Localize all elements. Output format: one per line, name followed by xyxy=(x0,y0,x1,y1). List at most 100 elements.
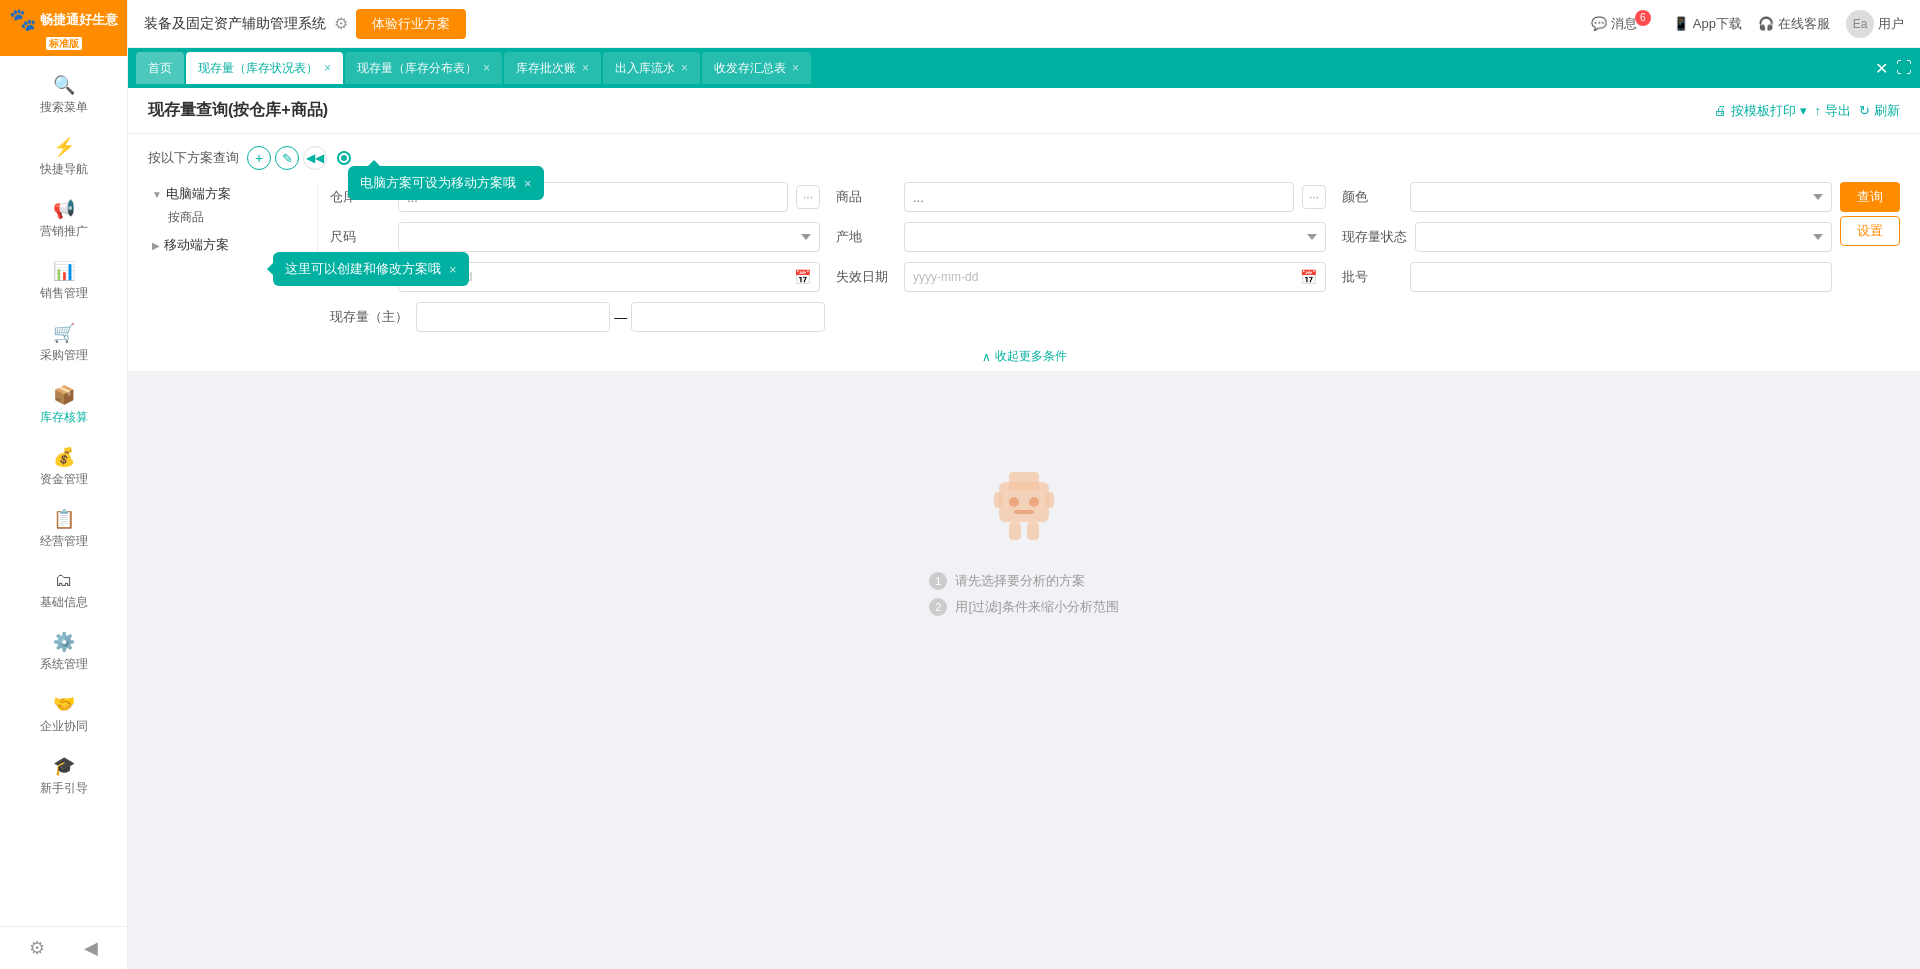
empty-illustration xyxy=(974,452,1074,552)
header-settings-icon[interactable]: ⚙ xyxy=(334,14,348,33)
empty-step-1: 1 请先选择要分析的方案 xyxy=(929,572,1118,590)
tab-inventory-dist-close[interactable]: × xyxy=(483,61,490,75)
tab-batch-account[interactable]: 库存批次账 × xyxy=(504,52,601,84)
user-avatar-btn[interactable]: Ea 用户 xyxy=(1846,10,1904,38)
stock-status-select[interactable] xyxy=(1415,222,1832,252)
tab-bar-right: ✕ ⛶ xyxy=(1875,59,1912,78)
tab-bar: 首页 现存量（库存状况表） × 现存量（库存分布表） × 库存批次账 × 出入库… xyxy=(128,48,1920,88)
tab-in-out-flow-close[interactable]: × xyxy=(681,61,688,75)
stock-main-label: 现存量（主） xyxy=(330,308,408,326)
sidebar-bottom: ⚙ ◀ xyxy=(0,926,127,969)
sidebar-item-guide[interactable]: 🎓 新手引导 xyxy=(0,745,127,807)
query-btn[interactable]: 查询 xyxy=(1840,182,1900,212)
header-left: 装备及固定资产辅助管理系统 ⚙ 体验行业方案 xyxy=(144,9,466,39)
sidebar-item-quick-nav[interactable]: ⚡ 快捷导航 xyxy=(0,126,127,188)
pc-group-label: 电脑端方案 xyxy=(166,185,231,203)
tab-recv-summary-label: 收发存汇总表 xyxy=(714,60,786,77)
origin-label: 产地 xyxy=(836,228,896,246)
sidebar-item-finance[interactable]: 💰 资金管理 xyxy=(0,436,127,498)
message-badge: 6 xyxy=(1635,10,1651,26)
page-header: 现存量查询(按仓库+商品) 🖨 按模板打印 ▾ ↑ 导出 ↻ 刷新 xyxy=(128,88,1920,134)
stock-main-separator: — xyxy=(614,310,627,325)
collapse-bar[interactable]: ∧ 收起更多条件 xyxy=(148,342,1900,371)
warehouse-dots-btn[interactable]: ··· xyxy=(796,185,820,209)
svg-rect-8 xyxy=(1027,522,1039,540)
scheme-item-goods[interactable]: 按商品 xyxy=(148,206,305,229)
system-icon: ⚙️ xyxy=(53,631,75,653)
color-select[interactable] xyxy=(1410,182,1832,212)
settings-bottom-btn[interactable]: ⚙ xyxy=(29,937,45,959)
svg-rect-6 xyxy=(1046,492,1054,508)
empty-state: 1 请先选择要分析的方案 2 用[过滤]条件来缩小分析范围 xyxy=(128,372,1920,704)
sidebar-item-inventory[interactable]: 📦 库存核算 xyxy=(0,374,127,436)
tab-batch-account-label: 库存批次账 xyxy=(516,60,576,77)
field-stock-main: 现存量（主） — xyxy=(330,302,825,332)
industry-plan-btn[interactable]: 体验行业方案 xyxy=(356,9,466,39)
sidebar-item-label: 快捷导航 xyxy=(40,161,88,178)
tab-home[interactable]: 首页 xyxy=(136,52,184,84)
tab-maximize-icon[interactable]: ⛶ xyxy=(1896,59,1912,78)
color-label: 颜色 xyxy=(1342,188,1402,206)
finance-icon: 💰 xyxy=(53,446,75,468)
stock-main-min[interactable] xyxy=(416,302,610,332)
sidebar-item-sales[interactable]: 📊 销售管理 xyxy=(0,250,127,312)
main-content: 装备及固定资产辅助管理系统 ⚙ 体验行业方案 💬 消息 6 📱 App下载 🎧 … xyxy=(128,0,1920,969)
message-btn[interactable]: 💬 消息 6 xyxy=(1591,15,1657,33)
add-scheme-btn[interactable]: + xyxy=(247,146,271,170)
sidebar-item-label: 系统管理 xyxy=(40,656,88,673)
origin-select[interactable] xyxy=(904,222,1326,252)
sidebar-item-search-menu[interactable]: 🔍 搜索菜单 xyxy=(0,64,127,126)
tab-close-all-icon[interactable]: ✕ xyxy=(1875,59,1888,78)
sidebar-item-marketing[interactable]: 📢 营销推广 xyxy=(0,188,127,250)
tab-inventory-status-close[interactable]: × xyxy=(324,61,331,75)
svg-rect-5 xyxy=(994,492,1002,508)
scheme-tooltip: 电脑方案可设为移动方案哦 × xyxy=(348,166,544,200)
sidebar-item-label: 采购管理 xyxy=(40,347,88,364)
inventory-icon: 📦 xyxy=(53,384,75,406)
step-2-text: 用[过滤]条件来缩小分析范围 xyxy=(955,598,1118,616)
tab-in-out-flow[interactable]: 出入库流水 × xyxy=(603,52,700,84)
modify-tooltip-close[interactable]: × xyxy=(449,262,457,277)
edit-scheme-btn[interactable]: ✎ xyxy=(275,146,299,170)
goods-dots-btn[interactable]: ··· xyxy=(1302,185,1326,209)
size-label: 尺码 xyxy=(330,228,390,246)
tab-recv-summary-close[interactable]: × xyxy=(792,61,799,75)
back-scheme-btn[interactable]: ◀◀ xyxy=(303,146,327,170)
tab-batch-account-close[interactable]: × xyxy=(582,61,589,75)
app-download-btn[interactable]: 📱 App下载 xyxy=(1673,15,1742,33)
sidebar-item-label: 经营管理 xyxy=(40,533,88,550)
stock-status-label: 现存量状态 xyxy=(1342,228,1407,246)
stock-main-max[interactable] xyxy=(631,302,825,332)
step-1-text: 请先选择要分析的方案 xyxy=(955,572,1085,590)
tab-recv-summary[interactable]: 收发存汇总表 × xyxy=(702,52,811,84)
scheme-section: ▼ 电脑端方案 按商品 ▶ 移动端方案 xyxy=(148,182,318,261)
expiry-date-calendar-icon: 📅 xyxy=(1300,269,1317,285)
tab-inventory-dist[interactable]: 现存量（库存分布表） × xyxy=(345,52,502,84)
production-date-calendar-icon: 📅 xyxy=(794,269,811,285)
refresh-btn[interactable]: ↻ 刷新 xyxy=(1859,102,1900,120)
scheme-group-pc-header[interactable]: ▼ 电脑端方案 xyxy=(148,182,305,206)
batch-no-input[interactable] xyxy=(1410,262,1832,292)
online-support-btn[interactable]: 🎧 在线客服 xyxy=(1758,15,1830,33)
filter-fields: 仓库 ··· 商品 ··· 颜色 xyxy=(330,182,1832,342)
collapse-sidebar-btn[interactable]: ◀ xyxy=(84,937,98,959)
scheme-item-label: 按商品 xyxy=(168,210,204,224)
purchase-icon: 🛒 xyxy=(53,322,75,344)
reset-btn[interactable]: 设置 xyxy=(1840,216,1900,246)
size-select[interactable] xyxy=(398,222,820,252)
tab-inventory-status[interactable]: 现存量（库存状况表） × xyxy=(186,52,343,84)
sidebar-item-base[interactable]: 🗂 基础信息 xyxy=(0,560,127,621)
print-btn[interactable]: 🖨 按模板打印 ▾ xyxy=(1714,102,1807,120)
export-btn[interactable]: ↑ 导出 xyxy=(1815,102,1852,120)
field-color: 颜色 xyxy=(1342,182,1832,212)
sidebar-item-operations[interactable]: 📋 经营管理 xyxy=(0,498,127,560)
system-title: 装备及固定资产辅助管理系统 xyxy=(144,15,326,33)
goods-input[interactable] xyxy=(904,182,1294,212)
expiry-date-picker[interactable]: yyyy-mm-dd 📅 xyxy=(904,262,1326,292)
scheme-tooltip-close[interactable]: × xyxy=(524,176,532,191)
sidebar-item-purchase[interactable]: 🛒 采购管理 xyxy=(0,312,127,374)
expiry-date-placeholder: yyyy-mm-dd xyxy=(913,270,978,284)
sidebar-item-enterprise[interactable]: 🤝 企业协同 xyxy=(0,683,127,745)
sidebar-item-system[interactable]: ⚙️ 系统管理 xyxy=(0,621,127,683)
refresh-label: 刷新 xyxy=(1874,102,1900,120)
